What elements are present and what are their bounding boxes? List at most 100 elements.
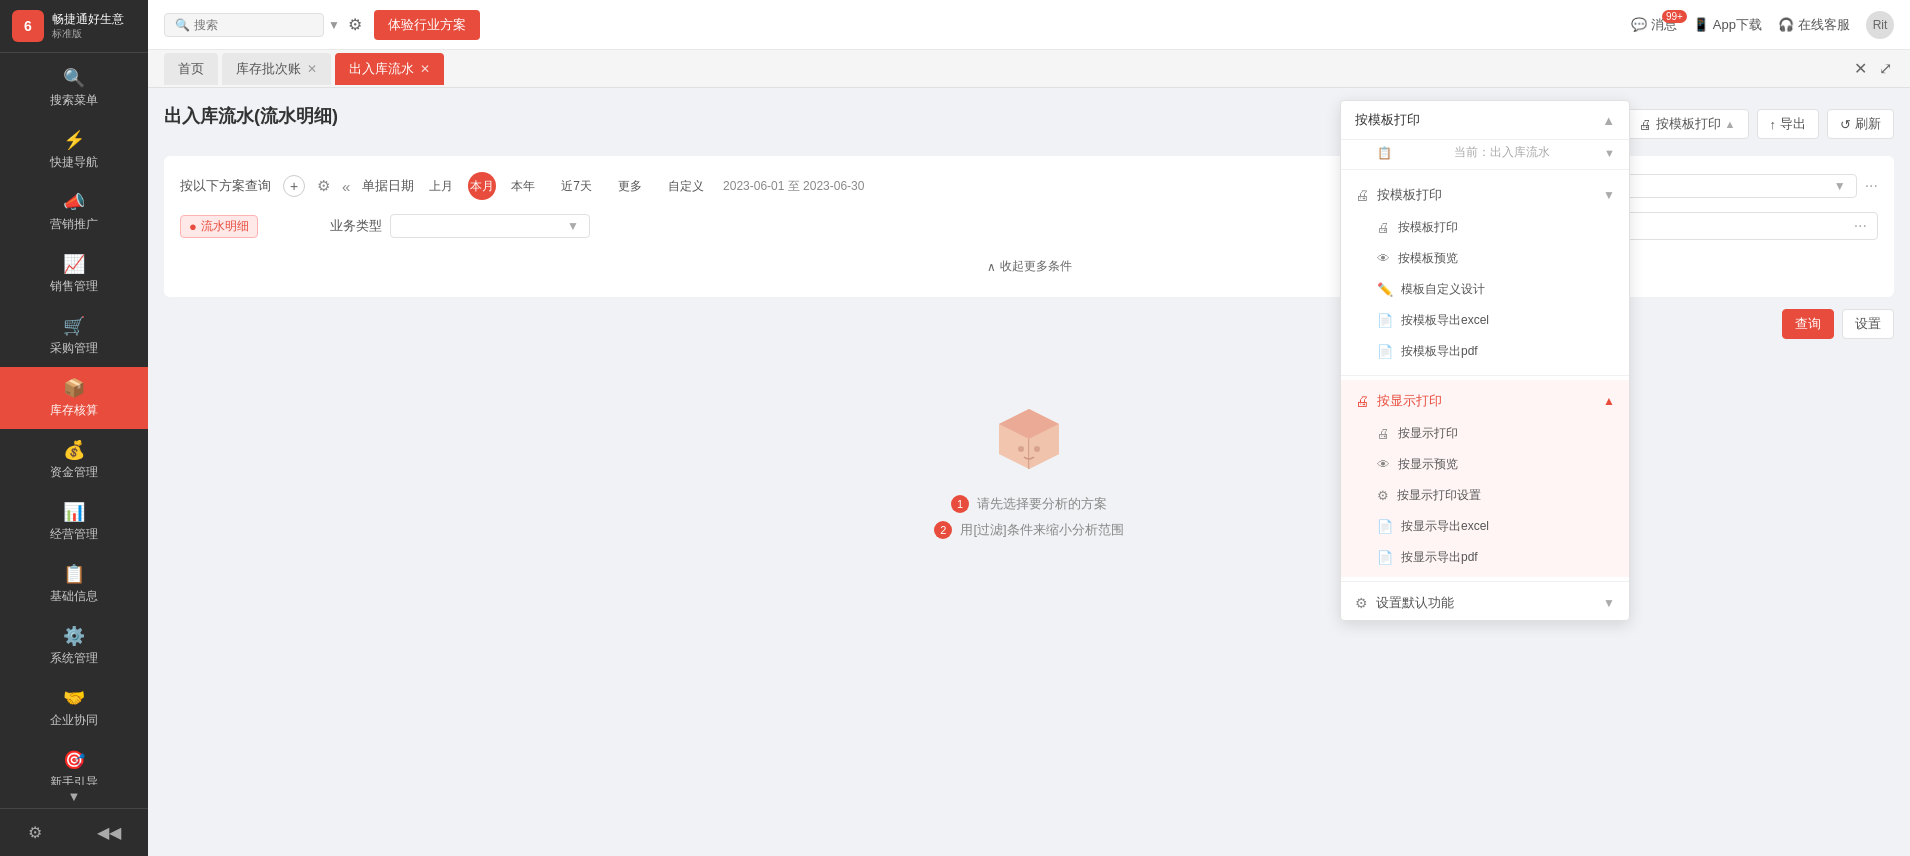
template-print-item-icon: 🖨 xyxy=(1377,220,1390,235)
sidebar-item-basic[interactable]: 📋 基础信息 xyxy=(0,553,148,615)
dropdown-current-template[interactable]: 📋 当前：出入库流水 ▼ xyxy=(1341,140,1629,165)
query-label: 查询 xyxy=(1795,315,1821,333)
tab-inventory-batch-close[interactable]: ✕ xyxy=(307,62,317,76)
sidebar-item-marketing[interactable]: 📣 营销推广 xyxy=(0,181,148,243)
sidebar-item-search[interactable]: 🔍 搜索菜单 xyxy=(0,57,148,119)
inventory-icon: 📦 xyxy=(63,377,85,399)
template-custom-icon: ✏️ xyxy=(1377,282,1393,297)
default-function-item[interactable]: ⚙ 设置默认功能 ▼ xyxy=(1341,586,1629,620)
system-icon: ⚙️ xyxy=(63,625,85,647)
query-btn[interactable]: 查询 xyxy=(1782,309,1834,339)
filter-settings-icon[interactable]: ⚙ xyxy=(317,177,330,195)
dropdown-close-arrow[interactable]: ▲ xyxy=(1602,113,1615,128)
display-preview-item[interactable]: 👁 按显示预览 xyxy=(1341,449,1629,480)
tabbar: 首页 库存批次账 ✕ 出入库流水 ✕ ✕ ⤢ xyxy=(148,50,1910,88)
display-export-excel-item[interactable]: 📄 按显示导出excel xyxy=(1341,511,1629,542)
tab-home-label: 首页 xyxy=(178,60,204,78)
date-last-month-btn[interactable]: 上月 xyxy=(418,174,464,199)
topbar-chevron-icon[interactable]: ▼ xyxy=(328,18,340,32)
sidebar-item-system[interactable]: ⚙️ 系统管理 xyxy=(0,615,148,677)
filter-add-btn[interactable]: + xyxy=(283,175,305,197)
sidebar-settings-btn[interactable]: ⚙ xyxy=(24,819,46,846)
topbar-search-box[interactable]: 🔍 xyxy=(164,13,324,37)
display-print-item[interactable]: 🖨 按显示打印 xyxy=(1341,418,1629,449)
display-settings-icon: ⚙ xyxy=(1377,488,1389,503)
dropdown-divider-2 xyxy=(1341,375,1629,376)
cooperation-icon: 🤝 xyxy=(63,687,85,709)
filter-scheme-label: 按以下方案查询 xyxy=(180,177,271,195)
template-print-btn[interactable]: 🖨 按模板打印 ▲ xyxy=(1626,109,1749,139)
display-export-pdf-item[interactable]: 📄 按显示导出pdf xyxy=(1341,542,1629,573)
display-preview-label: 按显示预览 xyxy=(1398,456,1458,473)
date-last-7-days-btn[interactable]: 近7天 xyxy=(550,174,603,199)
sidebar-collapse-btn[interactable]: ◀◀ xyxy=(93,819,125,846)
sidebar-item-finance[interactable]: 💰 资金管理 xyxy=(0,429,148,491)
sidebar-item-guide[interactable]: 🎯 新手引导 xyxy=(0,739,148,785)
user-avatar[interactable]: Rit xyxy=(1866,11,1894,39)
tab-inventory-batch[interactable]: 库存批次账 ✕ xyxy=(222,53,331,85)
template-export-pdf-icon: 📄 xyxy=(1377,344,1393,359)
sidebar-item-purchase[interactable]: 🛒 采购管理 xyxy=(0,305,148,367)
date-custom-btn[interactable]: 自定义 xyxy=(657,174,715,199)
tab-home[interactable]: 首页 xyxy=(164,53,218,85)
default-function-label: 设置默认功能 xyxy=(1376,594,1454,612)
flow-detail-tag[interactable]: ● 流水明细 xyxy=(180,215,258,238)
industry-btn[interactable]: 体验行业方案 xyxy=(374,10,480,40)
tab-inventory-flow-close[interactable]: ✕ xyxy=(420,62,430,76)
doc-type-more-icon[interactable]: ··· xyxy=(1865,177,1878,195)
template-export-excel-item[interactable]: 📄 按模板导出excel xyxy=(1341,305,1629,336)
export-label: 导出 xyxy=(1780,115,1806,133)
template-section-icon: 🖨 xyxy=(1355,187,1369,203)
quick-nav-icon: ⚡ xyxy=(63,129,85,151)
template-section-arrow: ▼ xyxy=(1603,188,1615,202)
step-2-num: 2 xyxy=(934,521,952,539)
export-btn[interactable]: ↑ 导出 xyxy=(1757,109,1820,139)
sidebar-item-quick-nav[interactable]: ⚡ 快捷导航 xyxy=(0,119,148,181)
template-custom-item[interactable]: ✏️ 模板自定义设计 xyxy=(1341,274,1629,305)
template-print-item[interactable]: 🖨 按模板打印 xyxy=(1341,212,1629,243)
template-export-pdf-item[interactable]: 📄 按模板导出pdf xyxy=(1341,336,1629,367)
warehouse-more-icon[interactable]: ··· xyxy=(1854,217,1867,235)
tab-close-all-btn[interactable]: ✕ xyxy=(1852,57,1869,80)
search-input[interactable] xyxy=(194,18,313,32)
template-print-label: 按模板打印 xyxy=(1656,115,1721,133)
template-section-header[interactable]: 🖨 按模板打印 ▼ xyxy=(1341,178,1629,212)
date-this-month-btn[interactable]: 本月 xyxy=(468,172,496,200)
tab-inventory-flow[interactable]: 出入库流水 ✕ xyxy=(335,53,444,85)
sidebar-item-sales[interactable]: 📈 销售管理 xyxy=(0,243,148,305)
tab-expand-btn[interactable]: ⤢ xyxy=(1877,57,1894,80)
display-print-item-label: 按显示打印 xyxy=(1398,425,1458,442)
sidebar-item-cooperation[interactable]: 🤝 企业协同 xyxy=(0,677,148,739)
app-version: 标准版 xyxy=(52,27,124,41)
date-this-year-btn[interactable]: 本年 xyxy=(500,174,546,199)
headset-icon: 🎧 xyxy=(1778,17,1794,32)
customer-service-btn[interactable]: 🎧 在线客服 xyxy=(1778,16,1850,34)
display-section-header[interactable]: 🖨 按显示打印 ▲ xyxy=(1341,384,1629,418)
finance-icon: 💰 xyxy=(63,439,85,461)
sidebar-item-inventory[interactable]: 📦 库存核算 xyxy=(0,367,148,429)
topbar-settings-icon[interactable]: ⚙ xyxy=(348,15,362,34)
message-btn[interactable]: 💬 消息 99+ xyxy=(1631,16,1677,34)
filter-collapse-icon[interactable]: « xyxy=(342,178,350,195)
template-section-label: 按模板打印 xyxy=(1377,186,1442,204)
date-more-btn[interactable]: 更多 xyxy=(607,174,653,199)
export-icon: ↑ xyxy=(1770,117,1777,132)
chevron-up-icon: ∧ xyxy=(987,260,996,274)
sidebar-item-label: 采购管理 xyxy=(50,340,98,357)
message-badge: 99+ xyxy=(1662,10,1687,23)
sales-icon: 📈 xyxy=(63,253,85,275)
business-type-field[interactable]: ▼ xyxy=(390,214,590,238)
template-preview-item[interactable]: 👁 按模板预览 xyxy=(1341,243,1629,274)
sidebar-item-operation[interactable]: 📊 经营管理 xyxy=(0,491,148,553)
sidebar-scroll-down[interactable]: ▼ xyxy=(0,785,148,808)
flow-detail-label: 流水明细 xyxy=(201,218,249,235)
main-area: 🔍 ▼ ⚙ 体验行业方案 💬 消息 99+ 📱 App下载 🎧 在线客服 Rit xyxy=(148,0,1910,856)
settings-label: 设置 xyxy=(1855,315,1881,333)
app-download-btn[interactable]: 📱 App下载 xyxy=(1693,16,1762,34)
logo-icon: 6 xyxy=(12,10,44,42)
display-print-settings-item[interactable]: ⚙ 按显示打印设置 xyxy=(1341,480,1629,511)
display-export-pdf-label: 按显示导出pdf xyxy=(1401,549,1478,566)
settings-btn[interactable]: 设置 xyxy=(1842,309,1894,339)
refresh-btn[interactable]: ↺ 刷新 xyxy=(1827,109,1894,139)
step-1-text: 请先选择要分析的方案 xyxy=(977,495,1107,513)
